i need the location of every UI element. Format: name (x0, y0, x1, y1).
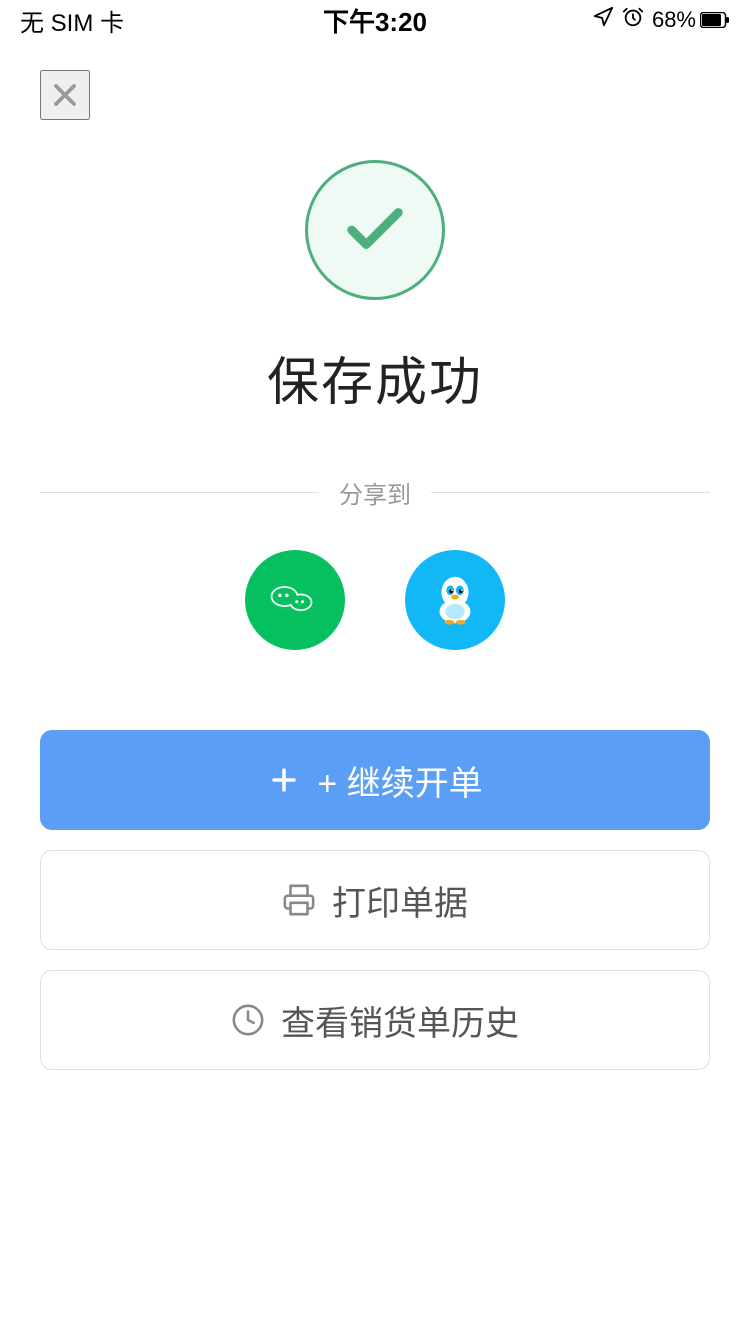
close-button[interactable] (40, 70, 90, 120)
share-qq-button[interactable] (405, 550, 505, 650)
checkmark-icon (340, 195, 410, 265)
divider-line-left (40, 492, 319, 493)
battery-icon (700, 12, 730, 28)
alarm-icon (622, 6, 644, 34)
print-button[interactable]: 打印单据 (40, 850, 710, 950)
share-wechat-button[interactable] (245, 550, 345, 650)
battery-percent: 68% (652, 7, 696, 33)
printer-icon (282, 883, 316, 917)
action-buttons: + 继续开单 打印单据 查看销货单历史 (40, 730, 710, 1070)
plus-icon (267, 763, 301, 797)
clock-icon (231, 1003, 265, 1037)
share-row (245, 550, 505, 650)
continue-label: + 继续开单 (317, 756, 482, 805)
status-right: 68% (592, 6, 730, 34)
status-time: 下午3:20 (323, 2, 427, 39)
success-title: 保存成功 (267, 340, 483, 415)
status-left: 无 SIM 卡 (20, 3, 132, 38)
no-sim-text: 无 SIM 卡 (20, 3, 124, 38)
share-divider: 分享到 (40, 475, 710, 510)
print-label: 打印单据 (332, 876, 468, 925)
continue-button[interactable]: + 继续开单 (40, 730, 710, 830)
battery-display: 68% (652, 7, 730, 33)
location-icon (592, 6, 614, 34)
main-content: 保存成功 分享到 (0, 40, 750, 1130)
divider-label: 分享到 (339, 475, 411, 510)
status-bar: 无 SIM 卡 下午3:20 68% (0, 0, 750, 40)
wechat-icon (266, 571, 324, 629)
history-button[interactable]: 查看销货单历史 (40, 970, 710, 1070)
history-label: 查看销货单历史 (281, 996, 519, 1045)
success-circle (305, 160, 445, 300)
divider-line-right (431, 492, 710, 493)
qq-icon (426, 571, 484, 629)
